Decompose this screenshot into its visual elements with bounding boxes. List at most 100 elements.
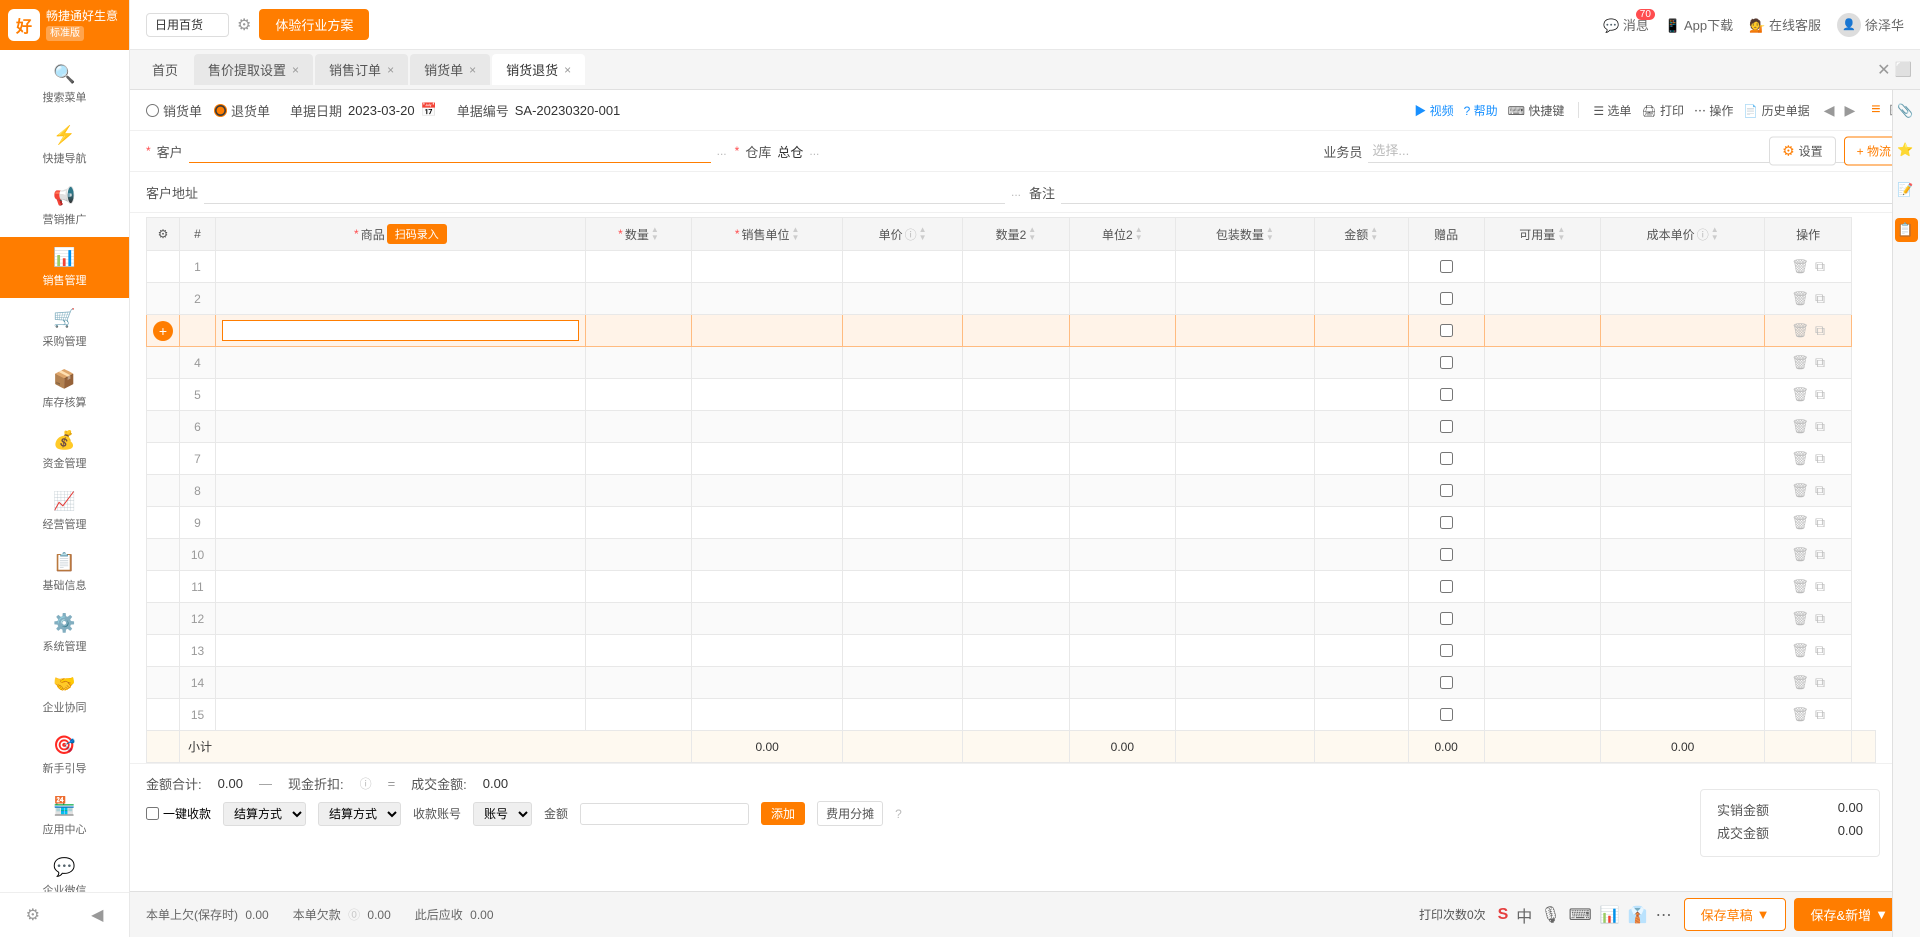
tool-shirt-icon[interactable]: 👔 bbox=[1628, 905, 1648, 925]
col-gear-icon[interactable]: ⚙ bbox=[158, 227, 169, 241]
side-panel-btn-2[interactable]: ⭐ bbox=[1895, 138, 1918, 162]
gift-checkbox[interactable] bbox=[1440, 644, 1453, 657]
sidebar-item-shortcut[interactable]: ⚡ 快捷导航 bbox=[0, 115, 129, 176]
gift-checkbox[interactable] bbox=[1440, 580, 1453, 593]
gift-checkbox[interactable] bbox=[1440, 612, 1453, 625]
tool-keyboard-icon[interactable]: ⌨ bbox=[1569, 905, 1592, 925]
radio-sales[interactable]: 销货单 bbox=[146, 101, 202, 120]
app-download-btn[interactable]: 📱 App下载 bbox=[1665, 15, 1733, 34]
sidebar-item-operation[interactable]: 📈 经营管理 bbox=[0, 481, 129, 542]
copy-row-btn[interactable]: ⧉ bbox=[1815, 450, 1825, 467]
sidebar-item-basic[interactable]: 📋 基础信息 bbox=[0, 542, 129, 603]
delete-row-btn[interactable]: 🗑 bbox=[1791, 706, 1809, 723]
gift-checkbox[interactable] bbox=[1440, 516, 1453, 529]
address-input[interactable] bbox=[204, 180, 1005, 204]
copy-row-btn[interactable]: ⧉ bbox=[1815, 578, 1825, 595]
list-view-btn[interactable]: ≡ bbox=[1869, 99, 1882, 121]
tool-zh-icon[interactable]: 中 bbox=[1516, 903, 1532, 927]
save-new-btn[interactable]: 保存&新增 ▼ bbox=[1794, 898, 1904, 931]
tool-chart-icon[interactable]: 📊 bbox=[1600, 905, 1620, 925]
gift-checkbox[interactable] bbox=[1440, 356, 1453, 369]
sidebar-item-finance[interactable]: 💰 资金管理 bbox=[0, 420, 129, 481]
operate-btn[interactable]: ⋯ 操作 bbox=[1694, 102, 1733, 119]
sidebar-item-system[interactable]: ⚙️ 系统管理 bbox=[0, 603, 129, 664]
history-btn[interactable]: 📄 历史单据 bbox=[1743, 102, 1809, 119]
add-row-btn[interactable]: + bbox=[153, 321, 173, 341]
close-tab-icon[interactable]: ✕ bbox=[1877, 60, 1890, 80]
delete-row-btn[interactable]: 🗑 bbox=[1791, 290, 1809, 307]
tab-close-price-setting[interactable]: × bbox=[292, 63, 299, 77]
video-btn[interactable]: ▶ 视频 bbox=[1414, 102, 1453, 119]
tab-close-sales-order[interactable]: × bbox=[387, 63, 394, 77]
nav-select[interactable]: 日用百货 bbox=[146, 13, 229, 37]
copy-row-btn[interactable]: ⧉ bbox=[1815, 706, 1825, 723]
delete-row-btn[interactable]: 🗑 bbox=[1791, 514, 1809, 531]
delete-row-btn[interactable]: 🗑 bbox=[1791, 674, 1809, 691]
copy-row-btn[interactable]: ⧉ bbox=[1815, 290, 1825, 307]
delete-row-btn[interactable]: 🗑 bbox=[1791, 578, 1809, 595]
copy-row-btn[interactable]: ⧉ bbox=[1815, 418, 1825, 435]
message-btn[interactable]: 💬 消息 70 bbox=[1603, 15, 1649, 34]
nav-gear-icon[interactable]: ⚙ bbox=[237, 15, 251, 35]
delete-row-btn[interactable]: 🗑 bbox=[1791, 482, 1809, 499]
delete-row-btn[interactable]: 🗑 bbox=[1791, 322, 1809, 339]
tab-close-sales-return[interactable]: × bbox=[564, 63, 571, 77]
gift-checkbox[interactable] bbox=[1440, 676, 1453, 689]
address-select-dots[interactable]: ... bbox=[1011, 185, 1021, 199]
sidebar-item-purchase[interactable]: 🛒 采购管理 bbox=[0, 298, 129, 359]
print-btn[interactable]: 🖨 打印 bbox=[1641, 102, 1684, 119]
scan-input-btn[interactable]: 扫码录入 bbox=[387, 224, 447, 244]
tab-close-sales-delivery[interactable]: × bbox=[469, 63, 476, 77]
shortcuts-btn[interactable]: ⌨ 快捷键 bbox=[1508, 102, 1565, 119]
sidebar-item-appstore[interactable]: 🏪 应用中心 bbox=[0, 786, 129, 847]
gift-checkbox[interactable] bbox=[1440, 452, 1453, 465]
copy-row-btn[interactable]: ⧉ bbox=[1815, 258, 1825, 275]
tool-s-icon[interactable]: S bbox=[1498, 906, 1509, 924]
price-info-icon[interactable]: ⓘ bbox=[905, 226, 917, 243]
customer-input[interactable] bbox=[189, 139, 711, 163]
copy-row-btn[interactable]: ⧉ bbox=[1815, 674, 1825, 691]
side-panel-btn-1[interactable]: 📎 bbox=[1895, 98, 1918, 122]
one-click-payment-check[interactable]: 一键收款 bbox=[146, 805, 211, 822]
gift-checkbox[interactable] bbox=[1440, 388, 1453, 401]
radio-return[interactable]: 退货单 bbox=[214, 101, 270, 120]
delete-row-btn[interactable]: 🗑 bbox=[1791, 610, 1809, 627]
gift-checkbox[interactable] bbox=[1440, 484, 1453, 497]
add-payment-btn[interactable]: 添加 bbox=[761, 802, 805, 825]
gift-checkbox-2[interactable] bbox=[1440, 292, 1453, 305]
calendar-icon[interactable]: 📅 bbox=[421, 102, 437, 118]
settlement-select[interactable]: 结算方式 bbox=[223, 802, 306, 826]
delete-row-btn[interactable]: 🗑 bbox=[1791, 418, 1809, 435]
copy-row-btn[interactable]: ⧉ bbox=[1815, 642, 1825, 659]
sidebar-item-marketing[interactable]: 📢 营销推广 bbox=[0, 176, 129, 237]
gift-checkbox[interactable] bbox=[1440, 708, 1453, 721]
remark-input[interactable] bbox=[1061, 180, 1904, 204]
gift-checkbox-1[interactable] bbox=[1440, 260, 1453, 273]
warehouse-select-dots[interactable]: ... bbox=[809, 144, 819, 158]
help-btn[interactable]: ? 帮助 bbox=[1464, 102, 1498, 119]
sidebar-item-search[interactable]: 🔍 搜索菜单 bbox=[0, 54, 129, 115]
delete-row-btn[interactable]: 🗑 bbox=[1791, 642, 1809, 659]
tab-price-setting[interactable]: 售价提取设置 × bbox=[194, 54, 313, 85]
fee-split-btn[interactable]: 费用分摊 bbox=[817, 801, 883, 826]
sidebar-item-sales[interactable]: 📊 销售管理 bbox=[0, 237, 129, 298]
copy-row-btn[interactable]: ⧉ bbox=[1815, 610, 1825, 627]
side-panel-btn-4[interactable]: 📋 bbox=[1895, 218, 1918, 242]
copy-row-btn[interactable]: ⧉ bbox=[1815, 514, 1825, 531]
sidebar-item-wechat[interactable]: 💬 企业微信 bbox=[0, 847, 129, 892]
copy-row-btn[interactable]: ⧉ bbox=[1815, 322, 1825, 339]
user-profile[interactable]: 👤 徐泽华 bbox=[1837, 13, 1904, 37]
amount-input[interactable] bbox=[580, 803, 749, 825]
sidebar-item-newbie[interactable]: 🎯 新手引导 bbox=[0, 725, 129, 786]
maximize-icon[interactable]: ⬜ bbox=[1895, 61, 1912, 78]
cost-price-info-icon[interactable]: ⓘ bbox=[1697, 226, 1709, 243]
tab-home[interactable]: 首页 bbox=[138, 54, 192, 85]
online-service-btn[interactable]: 💁 在线客服 bbox=[1749, 15, 1821, 34]
side-panel-btn-3[interactable]: 📝 bbox=[1895, 178, 1918, 202]
delete-row-btn[interactable]: 🗑 bbox=[1791, 354, 1809, 371]
select-btn[interactable]: ☰ 选单 bbox=[1593, 102, 1631, 119]
tab-sales-return[interactable]: 销货退货 × bbox=[492, 54, 585, 85]
gift-checkbox[interactable] bbox=[1440, 420, 1453, 433]
account-select[interactable]: 账号 bbox=[473, 802, 532, 826]
tool-mic-icon[interactable]: 🎙 bbox=[1540, 905, 1560, 925]
